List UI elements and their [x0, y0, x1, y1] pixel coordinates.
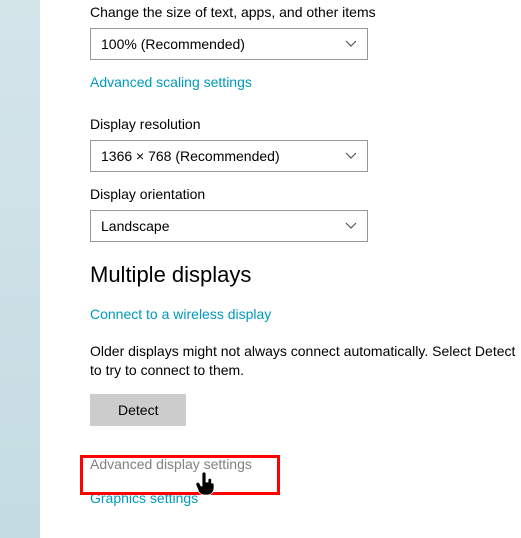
detect-info-text: Older displays might not always connect … — [90, 342, 520, 380]
detect-button[interactable]: Detect — [90, 394, 186, 426]
orientation-dropdown[interactable]: Landscape — [90, 210, 368, 242]
advanced-display-settings-link[interactable]: Advanced display settings — [90, 456, 252, 472]
display-settings-panel: Change the size of text, apps, and other… — [40, 0, 521, 538]
resolution-label: Display resolution — [90, 116, 521, 132]
advanced-scaling-link[interactable]: Advanced scaling settings — [90, 74, 252, 90]
sidebar-strip — [0, 0, 40, 538]
chevron-down-icon — [345, 150, 357, 162]
orientation-label: Display orientation — [90, 186, 521, 202]
chevron-down-icon — [345, 220, 357, 232]
graphics-settings-link[interactable]: Graphics settings — [90, 490, 198, 506]
chevron-down-icon — [345, 38, 357, 50]
wireless-display-link[interactable]: Connect to a wireless display — [90, 306, 271, 322]
resolution-dropdown[interactable]: 1366 × 768 (Recommended) — [90, 140, 368, 172]
orientation-value: Landscape — [101, 218, 170, 234]
resolution-value: 1366 × 768 (Recommended) — [101, 148, 280, 164]
multiple-displays-heading: Multiple displays — [90, 262, 521, 288]
scale-value: 100% (Recommended) — [101, 36, 245, 52]
scale-label: Change the size of text, apps, and other… — [90, 4, 521, 20]
scale-dropdown[interactable]: 100% (Recommended) — [90, 28, 368, 60]
